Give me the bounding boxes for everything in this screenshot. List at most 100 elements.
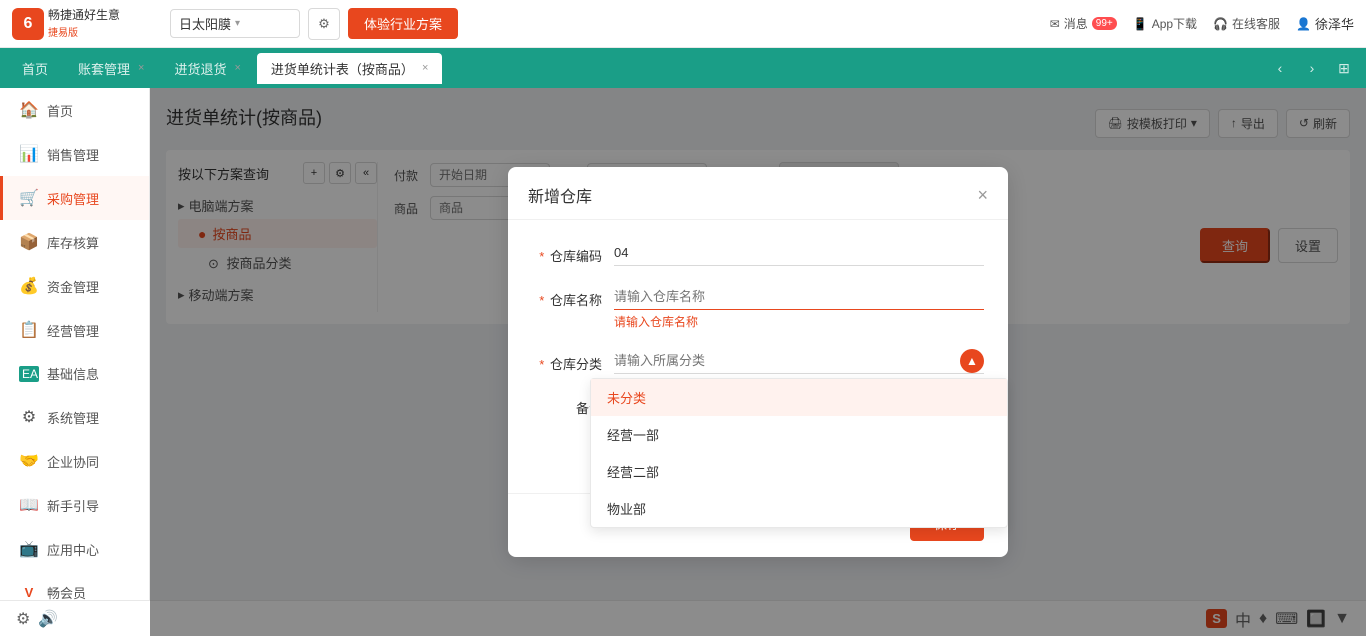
settings-bottom-icon[interactable]: ⚙ <box>16 609 30 629</box>
store-name: 日太阳膜 <box>179 14 231 33</box>
sidebar-item-base-info[interactable]: EA 基础信息 <box>0 352 149 395</box>
settings-icon[interactable]: ⚙ <box>308 8 340 40</box>
app-download-label: App下载 <box>1152 15 1197 32</box>
category-control-wrap: ▲ 未分类 经营一部 经营二部 物业部 <box>614 348 984 374</box>
code-input[interactable] <box>614 240 984 266</box>
sidebar-item-sales-label: 销售管理 <box>47 145 99 164</box>
inventory-icon: 📦 <box>19 232 39 252</box>
bottom-left: ⚙ 🔊 <box>16 609 58 629</box>
logo-text-block: 畅捷通好生意 捷易版 <box>48 8 120 39</box>
tab-actions: ‹ › ⊞ <box>1266 54 1358 82</box>
speaker-icon[interactable]: 🔊 <box>38 609 58 629</box>
vip-icon: V <box>19 585 39 600</box>
category-dropdown: 未分类 经营一部 经营二部 物业部 <box>590 378 1008 528</box>
dropdown-item-unclassified[interactable]: 未分类 <box>591 379 1007 416</box>
sidebar-item-home[interactable]: 🏠 首页 <box>0 88 149 132</box>
name-label: * 仓库名称 <box>532 284 602 309</box>
tab-prev-icon[interactable]: ‹ <box>1266 54 1294 82</box>
sidebar-item-inventory[interactable]: 📦 库存核算 <box>0 220 149 264</box>
sidebar-item-sales[interactable]: 📊 销售管理 <box>0 132 149 176</box>
sidebar-item-system[interactable]: ⚙ 系统管理 <box>0 395 149 439</box>
sidebar-item-app-center-label: 应用中心 <box>47 540 99 559</box>
phone-icon: 📱 <box>1133 17 1148 31</box>
logo-name: 畅捷通好生意 <box>48 8 120 24</box>
modal-body: * 仓库编码 * 仓库名称 <box>508 220 1008 493</box>
dropdown-item-dept3[interactable]: 物业部 <box>591 490 1007 527</box>
app-center-icon: 📺 <box>19 539 39 559</box>
nav-tabs: 首页 账套管理 × 进货退货 × 进货单统计表（按商品） × ‹ › ⊞ <box>0 48 1366 88</box>
tab-home-label: 首页 <box>22 59 48 78</box>
required-star: * <box>539 249 544 264</box>
tab-purchase-stats[interactable]: 进货单统计表（按商品） × <box>257 53 442 84</box>
category-input[interactable] <box>614 348 984 374</box>
tab-purchase-return-label: 进货退货 <box>174 59 226 78</box>
modal-close-button[interactable]: × <box>977 185 988 206</box>
tab-next-icon[interactable]: › <box>1298 54 1326 82</box>
purchase-icon: 🛒 <box>19 188 39 208</box>
sidebar-item-home-label: 首页 <box>47 101 73 120</box>
tab-purchase-stats-label: 进货单统计表（按商品） <box>271 59 414 78</box>
user-item[interactable]: 👤 徐泽华 <box>1296 14 1354 33</box>
category-toggle-icon[interactable]: ▲ <box>960 349 984 373</box>
sidebar-item-guide[interactable]: 📖 新手引导 <box>0 483 149 527</box>
operations-icon: 📋 <box>19 320 39 340</box>
sidebar: 🏠 首页 📊 销售管理 🛒 采购管理 📦 库存核算 💰 资金管理 📋 经营管理 … <box>0 88 150 636</box>
online-service-item[interactable]: 🎧 在线客服 <box>1213 15 1280 32</box>
header-right: ✉ 消息 99+ 📱 App下载 🎧 在线客服 👤 徐泽华 <box>1050 14 1354 33</box>
headset-icon: 🎧 <box>1213 17 1228 31</box>
name-control-wrap: 请输入仓库名称 <box>614 284 984 330</box>
name-error-msg: 请输入仓库名称 <box>614 313 984 330</box>
message-badge: 99+ <box>1092 17 1117 30</box>
dropdown-item-dept2[interactable]: 经营二部 <box>591 453 1007 490</box>
app-download-item[interactable]: 📱 App下载 <box>1133 15 1197 32</box>
form-row-category: * 仓库分类 ▲ 未分类 经营一部 经营二部 物业部 <box>532 348 984 374</box>
store-selector[interactable]: 日太阳膜 ▾ <box>170 9 300 38</box>
close-icon[interactable]: × <box>422 62 428 74</box>
sidebar-item-enterprise-label: 企业协同 <box>47 452 99 471</box>
new-warehouse-modal: 新增仓库 × * 仓库编码 <box>508 167 1008 557</box>
category-label: * 仓库分类 <box>532 348 602 373</box>
form-row-name: * 仓库名称 请输入仓库名称 <box>532 284 984 330</box>
sidebar-item-system-label: 系统管理 <box>47 408 99 427</box>
message-icon: ✉ <box>1050 17 1060 31</box>
tab-accounts[interactable]: 账套管理 × <box>64 53 158 84</box>
sidebar-item-finance-label: 资金管理 <box>47 277 99 296</box>
system-icon: ⚙ <box>19 407 39 427</box>
sidebar-item-inventory-label: 库存核算 <box>47 233 99 252</box>
sidebar-item-operations-label: 经营管理 <box>47 321 99 340</box>
tab-home[interactable]: 首页 <box>8 53 62 84</box>
sales-icon: 📊 <box>19 144 39 164</box>
user-icon: 👤 <box>1296 17 1311 31</box>
sidebar-item-purchase-label: 采购管理 <box>47 189 99 208</box>
logo-sub: 捷易版 <box>48 24 120 39</box>
name-input[interactable] <box>614 284 984 310</box>
sidebar-item-app-center[interactable]: 📺 应用中心 <box>0 527 149 571</box>
sidebar-item-base-info-label: 基础信息 <box>47 364 99 383</box>
tab-purchase-return[interactable]: 进货退货 × <box>160 53 254 84</box>
finance-icon: 💰 <box>19 276 39 296</box>
main-layout: 🏠 首页 📊 销售管理 🛒 采购管理 📦 库存核算 💰 资金管理 📋 经营管理 … <box>0 88 1366 636</box>
close-icon[interactable]: × <box>234 62 240 74</box>
sidebar-item-operations[interactable]: 📋 经营管理 <box>0 308 149 352</box>
logo-area: 6 畅捷通好生意 捷易版 <box>12 8 162 40</box>
dropdown-item-dept1[interactable]: 经营一部 <box>591 416 1007 453</box>
content-area: 进货单统计(按商品) 🖨 按模板打印 ▾ ↑ 导出 ↺ 刷新 <box>150 88 1366 636</box>
top-header: 6 畅捷通好生意 捷易版 日太阳膜 ▾ ⚙ 体验行业方案 ✉ 消息 99+ 📱 … <box>0 0 1366 48</box>
guide-icon: 📖 <box>19 495 39 515</box>
user-name: 徐泽华 <box>1315 14 1354 33</box>
required-star: * <box>539 357 544 372</box>
modal-header: 新增仓库 × <box>508 167 1008 220</box>
trial-button[interactable]: 体验行业方案 <box>348 8 458 39</box>
message-label: 消息 <box>1064 15 1088 32</box>
close-icon[interactable]: × <box>138 62 144 74</box>
sidebar-item-enterprise[interactable]: 🤝 企业协同 <box>0 439 149 483</box>
modal-title: 新增仓库 <box>528 183 592 207</box>
tab-more-icon[interactable]: ⊞ <box>1330 54 1358 82</box>
sidebar-item-purchase[interactable]: 🛒 采购管理 <box>0 176 149 220</box>
code-label: * 仓库编码 <box>532 240 602 265</box>
message-item[interactable]: ✉ 消息 99+ <box>1050 15 1117 32</box>
modal-overlay: 新增仓库 × * 仓库编码 <box>150 88 1366 636</box>
form-row-code: * 仓库编码 <box>532 240 984 266</box>
sidebar-item-finance[interactable]: 💰 资金管理 <box>0 264 149 308</box>
home-icon: 🏠 <box>19 100 39 120</box>
